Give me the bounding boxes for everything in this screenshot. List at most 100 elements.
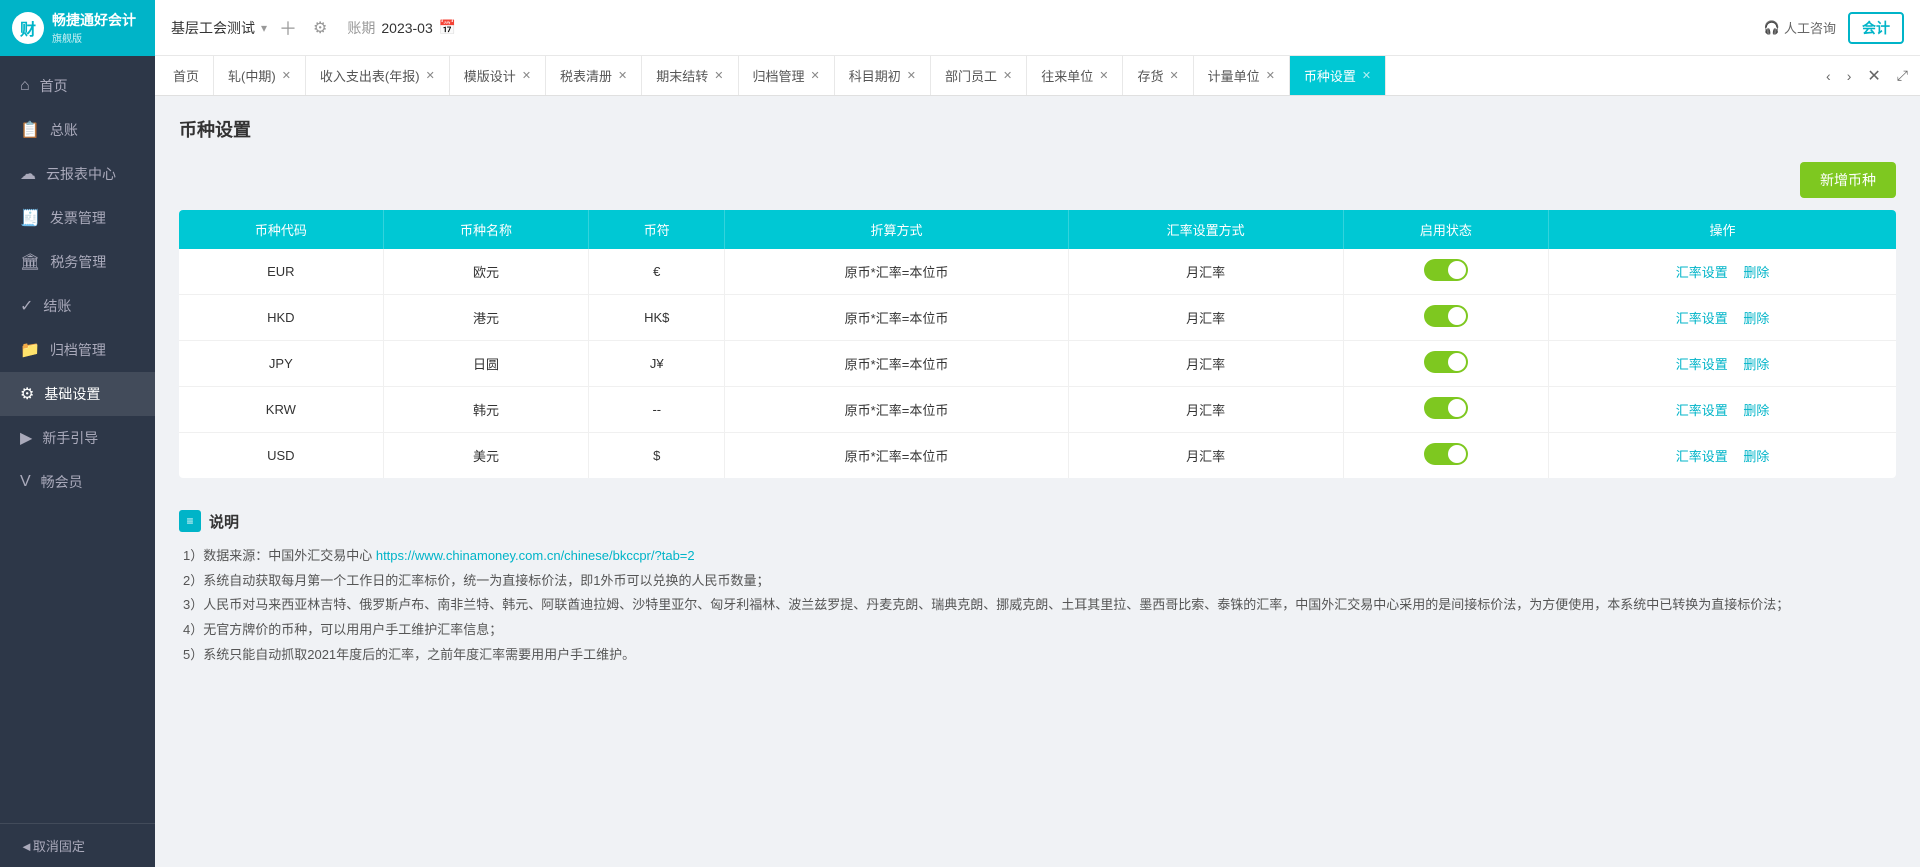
tab-unit[interactable]: 计量单位 ✕	[1194, 56, 1290, 95]
tab-label-dept: 部门员工	[945, 66, 997, 85]
tab-dept[interactable]: 部门员工 ✕	[931, 56, 1027, 95]
tab-inventory[interactable]: 存货 ✕	[1123, 56, 1193, 95]
table-row: EUR欧元€原币*汇率=本位币月汇率 汇率设置 删除	[179, 249, 1896, 295]
tab-prev-button[interactable]: ‹	[1818, 64, 1839, 88]
calendar-icon[interactable]: 📅	[439, 19, 456, 36]
tab-close-template[interactable]: ✕	[522, 69, 531, 82]
tab-close-archive[interactable]: ✕	[811, 69, 820, 82]
currency-cell-3: 原币*汇率=本位币	[725, 249, 1068, 295]
sidebar-logo: 财 畅捷通好会计 旗舰版	[0, 0, 155, 56]
tab-archive[interactable]: 归档管理 ✕	[739, 56, 835, 95]
headset-icon: 🎧	[1764, 20, 1780, 36]
tab-close-contacts[interactable]: ✕	[1099, 69, 1108, 82]
table-col-header: 折算方式	[725, 210, 1068, 249]
tab-income[interactable]: 收入支出表(年报) ✕	[306, 56, 450, 95]
sidebar-icon-home: ⌂	[20, 77, 30, 95]
sidebar-item-member[interactable]: V畅会员	[0, 460, 155, 504]
tab-close-currency[interactable]: ✕	[1362, 69, 1371, 82]
rate-setting-link-EUR[interactable]: 汇率设置	[1676, 265, 1728, 280]
tab-label-inventory: 存货	[1137, 66, 1163, 85]
delete-link-USD[interactable]: 删除	[1743, 449, 1769, 464]
tab-taxclear[interactable]: 税表清册 ✕	[546, 56, 642, 95]
currency-cell-2: HK$	[589, 295, 725, 341]
sidebar-item-invoice[interactable]: 🧾 发票管理	[0, 196, 155, 240]
sidebar-item-guide[interactable]: ▶新手引导	[0, 416, 155, 460]
tab-close-inventory[interactable]: ✕	[1169, 69, 1178, 82]
sidebar-label-tax: 税务管理	[50, 252, 106, 272]
sidebar-item-tax[interactable]: 🏛税务管理	[0, 240, 155, 284]
tab-home[interactable]: 首页	[159, 56, 214, 95]
org-selector[interactable]: 基层工会测试 ▾	[171, 18, 267, 38]
table-col-header: 汇率设置方式	[1068, 210, 1343, 249]
sidebar-item-archive[interactable]: 📁归档管理	[0, 328, 155, 372]
table-header: 币种代码币种名称币符折算方式汇率设置方式启用状态操作	[179, 210, 1896, 249]
org-settings-icon[interactable]: ⚙	[309, 14, 331, 42]
tab-label-balance: 轧(中期)	[228, 66, 276, 85]
toggle-HKD[interactable]	[1424, 305, 1468, 327]
currency-cell-1: 日圆	[383, 341, 589, 387]
delete-link-EUR[interactable]: 删除	[1743, 265, 1769, 280]
sidebar-item-reports[interactable]: ☁云报表中心	[0, 152, 155, 196]
tab-close-unit[interactable]: ✕	[1266, 69, 1275, 82]
sidebar-icon-invoice: 🧾	[20, 208, 40, 228]
tab-template[interactable]: 模版设计 ✕	[450, 56, 546, 95]
table-col-header: 币符	[589, 210, 725, 249]
rate-setting-link-USD[interactable]: 汇率设置	[1676, 449, 1728, 464]
sidebar-item-ledger[interactable]: 📋总账	[0, 108, 155, 152]
add-org-button[interactable]: ＋	[275, 11, 301, 45]
tab-contacts[interactable]: 往来单位 ✕	[1027, 56, 1123, 95]
sidebar-item-home[interactable]: ⌂首页	[0, 64, 155, 108]
toggle-EUR[interactable]	[1424, 259, 1468, 281]
currency-enabled-cell	[1343, 433, 1549, 479]
notes-title-text: 说明	[209, 511, 239, 532]
help-button[interactable]: 🎧 人工咨询	[1764, 18, 1836, 37]
table-row: KRW韩元--原币*汇率=本位币月汇率 汇率设置 删除	[179, 387, 1896, 433]
sidebar-label-invoice: 发票管理	[50, 208, 106, 228]
tab-currency[interactable]: 币种设置 ✕	[1290, 56, 1386, 95]
tab-close-dept[interactable]: ✕	[1003, 69, 1012, 82]
currency-enabled-cell	[1343, 387, 1549, 433]
currency-actions-cell: 汇率设置 删除	[1549, 387, 1896, 433]
currency-cell-4: 月汇率	[1068, 295, 1343, 341]
tab-close-subjects[interactable]: ✕	[907, 69, 916, 82]
currency-actions-cell: 汇率设置 删除	[1549, 433, 1896, 479]
tab-bar: 首页轧(中期) ✕收入支出表(年报) ✕模版设计 ✕税表清册 ✕期末结转 ✕归档…	[155, 56, 1920, 96]
tab-close-period-end[interactable]: ✕	[714, 69, 723, 82]
tab-period-end[interactable]: 期末结转 ✕	[642, 56, 738, 95]
toggle-USD[interactable]	[1424, 443, 1468, 465]
user-role-button[interactable]: 会计	[1848, 12, 1904, 44]
currency-cell-2: J¥	[589, 341, 725, 387]
toggle-KRW[interactable]	[1424, 397, 1468, 419]
delete-link-JPY[interactable]: 删除	[1743, 357, 1769, 372]
tab-subjects[interactable]: 科目期初 ✕	[835, 56, 931, 95]
tab-label-unit: 计量单位	[1208, 66, 1260, 85]
tab-close-taxclear[interactable]: ✕	[618, 69, 627, 82]
rate-setting-link-JPY[interactable]: 汇率设置	[1676, 357, 1728, 372]
sidebar-footer-pin[interactable]: ◄取消固定	[0, 823, 155, 867]
sidebar-label-guide: 新手引导	[42, 428, 98, 448]
page-title: 币种设置	[179, 116, 1896, 142]
rate-setting-link-HKD[interactable]: 汇率设置	[1676, 311, 1728, 326]
delete-link-KRW[interactable]: 删除	[1743, 403, 1769, 418]
tab-close-income[interactable]: ✕	[426, 69, 435, 82]
tab-balance[interactable]: 轧(中期) ✕	[214, 56, 306, 95]
rate-setting-link-KRW[interactable]: 汇率设置	[1676, 403, 1728, 418]
new-currency-button[interactable]: 新增币种	[1800, 162, 1896, 198]
tab-next-button[interactable]: ›	[1839, 64, 1860, 88]
topbar: 基层工会测试 ▾ ＋ ⚙ 账期 2023-03 📅 🎧 人工咨询 会计	[155, 0, 1920, 56]
tab-expand-button[interactable]: ⤢	[1889, 63, 1916, 88]
currency-enabled-cell	[1343, 341, 1549, 387]
sidebar-label-ledger: 总账	[50, 120, 78, 140]
currency-cell-3: 原币*汇率=本位币	[725, 295, 1068, 341]
sidebar-icon-checkout: ✓	[20, 296, 33, 316]
currency-cell-4: 月汇率	[1068, 341, 1343, 387]
tab-close-all-button[interactable]: ✕	[1859, 62, 1888, 90]
notes-external-link[interactable]: https://www.chinamoney.com.cn/chinese/bk…	[376, 548, 695, 563]
delete-link-HKD[interactable]: 删除	[1743, 311, 1769, 326]
sidebar-item-settings[interactable]: ⚙基础设置	[0, 372, 155, 416]
sidebar-item-checkout[interactable]: ✓结账	[0, 284, 155, 328]
period-selector: 账期 2023-03 📅	[347, 18, 456, 38]
tab-close-balance[interactable]: ✕	[282, 69, 291, 82]
currency-enabled-cell	[1343, 249, 1549, 295]
toggle-JPY[interactable]	[1424, 351, 1468, 373]
